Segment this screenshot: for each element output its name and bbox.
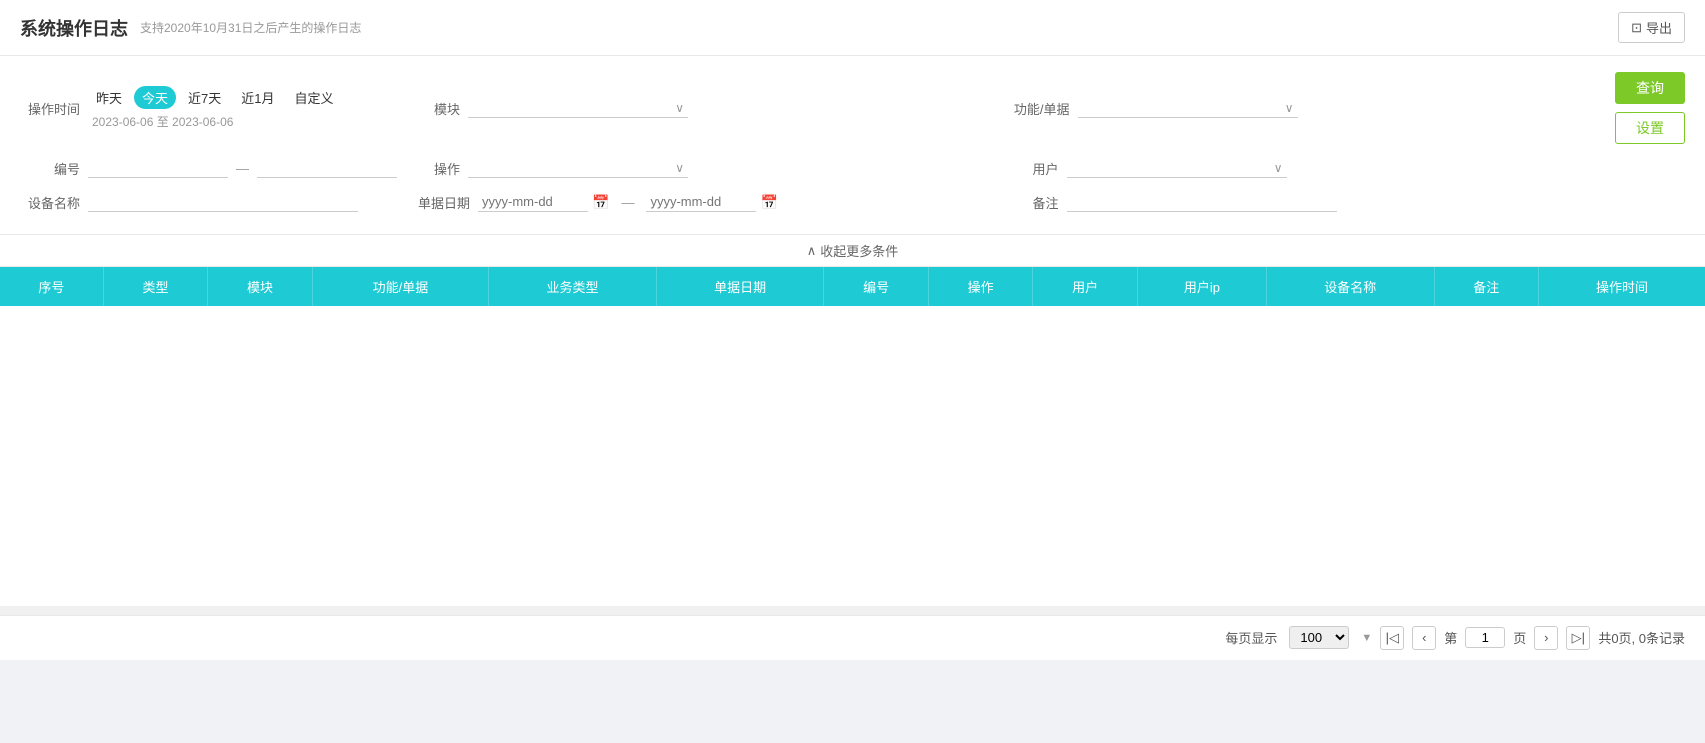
device-filter: 设备名称 (20, 192, 400, 212)
page-first-button[interactable]: |◁ (1380, 626, 1404, 650)
time-filter-group: 昨天 今天 近7天 近1月 自定义 2023-06-06 至 2023-06-0… (88, 86, 342, 130)
page-size-select[interactable]: 100 50 200 500 (1289, 626, 1349, 649)
pagination-bar: 每页显示 100 50 200 500 ▼ |◁ ‹ 第 页 › ▷| 共0页,… (0, 615, 1705, 660)
empty-row (0, 306, 1705, 606)
remark-label: 备注 (999, 193, 1059, 212)
time-btn-7days[interactable]: 近7天 (180, 86, 229, 109)
filter-panel: 操作时间 昨天 今天 近7天 近1月 自定义 2023-06-06 至 2023… (0, 56, 1705, 235)
export-button[interactable]: ⊡ 导出 (1618, 12, 1685, 43)
col-operation: 操作 (928, 267, 1032, 306)
date-filter: 单据日期 📅 — 📅 (400, 192, 999, 212)
table-body (0, 306, 1705, 606)
operation-select-wrap: ∨ (468, 158, 688, 178)
module-label: 模块 (400, 99, 460, 118)
time-buttons: 昨天 今天 近7天 近1月 自定义 (88, 86, 342, 109)
date-label: 单据日期 (400, 193, 470, 212)
col-type: 类型 (103, 267, 207, 306)
time-label: 操作时间 (20, 99, 80, 118)
page-last-button[interactable]: ▷| (1566, 626, 1590, 650)
calendar-from-icon[interactable]: 📅 (592, 194, 609, 211)
module-select-wrap: ∨ (468, 98, 688, 118)
page-size-chevron-icon: ▼ (1361, 632, 1372, 644)
filter-row-3: 设备名称 单据日期 📅 — 📅 备注 (20, 192, 1685, 212)
col-device: 设备名称 (1266, 267, 1434, 306)
serial-label: 编号 (20, 159, 80, 178)
module-select[interactable] (468, 98, 688, 118)
user-select[interactable] (1067, 158, 1287, 178)
page-prev-button[interactable]: ‹ (1412, 626, 1436, 650)
data-table: 序号 类型 模块 功能/单据 业务类型 单据日期 编号 操作 用户 用户ip 设… (0, 267, 1705, 607)
query-button[interactable]: 查询 (1615, 72, 1685, 104)
date-dash: — (621, 195, 634, 210)
function-label: 功能/单据 (1000, 99, 1070, 118)
col-date: 单据日期 (656, 267, 824, 306)
serial-to-input[interactable] (257, 158, 397, 178)
device-label: 设备名称 (20, 193, 80, 212)
chevron-up-icon: ∧ (807, 243, 817, 259)
page-header: 系统操作日志 支持2020年10月31日之后产生的操作日志 ⊡ 导出 (0, 0, 1705, 56)
col-op-time: 操作时间 (1539, 267, 1705, 306)
serial-from-input[interactable] (88, 158, 228, 178)
page-number-input[interactable] (1465, 627, 1505, 648)
function-select-wrap: ∨ (1078, 98, 1298, 118)
device-input[interactable] (88, 192, 358, 212)
col-serial: 编号 (824, 267, 928, 306)
btn-group: 查询 设置 (1615, 72, 1685, 144)
serial-filter: 编号 — (20, 158, 400, 178)
time-filter: 操作时间 昨天 今天 近7天 近1月 自定义 2023-06-06 至 2023… (20, 86, 400, 130)
collapse-button[interactable]: ∧ 收起更多条件 (807, 241, 899, 260)
col-remark: 备注 (1434, 267, 1538, 306)
remark-input[interactable] (1067, 192, 1337, 212)
export-icon: ⊡ (1631, 20, 1642, 36)
date-to-input[interactable] (646, 192, 756, 212)
calendar-to-icon[interactable]: 📅 (760, 194, 777, 211)
header-row: 序号 类型 模块 功能/单据 业务类型 单据日期 编号 操作 用户 用户ip 设… (0, 267, 1705, 306)
col-user: 用户 (1033, 267, 1137, 306)
page-size-label: 每页显示 (1225, 628, 1277, 647)
collapse-bar: ∧ 收起更多条件 (0, 235, 1705, 267)
user-select-wrap: ∨ (1067, 158, 1287, 178)
page-next-button[interactable]: › (1534, 626, 1558, 650)
horizontal-scrollbar[interactable] (0, 607, 1705, 615)
time-btn-yesterday[interactable]: 昨天 (88, 86, 130, 109)
date-from-input[interactable] (478, 192, 588, 212)
remark-filter: 备注 (999, 192, 1598, 212)
time-btn-today[interactable]: 今天 (134, 86, 176, 109)
table-header: 序号 类型 模块 功能/单据 业务类型 单据日期 编号 操作 用户 用户ip 设… (0, 267, 1705, 306)
table-wrap: 序号 类型 模块 功能/单据 业务类型 单据日期 编号 操作 用户 用户ip 设… (0, 267, 1705, 607)
user-label: 用户 (999, 159, 1059, 178)
page-prefix-label: 第 (1444, 628, 1457, 647)
user-filter: 用户 ∨ (999, 158, 1598, 178)
page-suffix-label: 页 (1513, 628, 1526, 647)
time-range-text: 2023-06-06 至 2023-06-06 (92, 113, 342, 130)
col-ip: 用户ip (1137, 267, 1266, 306)
operation-filter: 操作 ∨ (400, 158, 999, 178)
col-module: 模块 (208, 267, 312, 306)
module-filter: 模块 ∨ (400, 98, 1000, 118)
total-label: 共0页, 0条记录 (1598, 628, 1685, 647)
col-seq: 序号 (0, 267, 103, 306)
operation-label: 操作 (400, 159, 460, 178)
empty-area (0, 306, 1705, 606)
filter-row-2: 编号 — 操作 ∨ 用户 ∨ (20, 158, 1685, 178)
filter-row-1: 操作时间 昨天 今天 近7天 近1月 自定义 2023-06-06 至 2023… (20, 72, 1685, 144)
col-function: 功能/单据 (312, 267, 488, 306)
function-select[interactable] (1078, 98, 1298, 118)
settings-button[interactable]: 设置 (1615, 112, 1685, 144)
page-subtitle: 支持2020年10月31日之后产生的操作日志 (140, 19, 361, 36)
date-input-wrap: 📅 — 📅 (478, 192, 778, 212)
time-btn-custom[interactable]: 自定义 (287, 86, 342, 109)
page-title: 系统操作日志 (20, 15, 128, 41)
serial-dash: — (236, 161, 249, 176)
time-btn-1month[interactable]: 近1月 (233, 86, 282, 109)
operation-select[interactable] (468, 158, 688, 178)
col-biz-type: 业务类型 (489, 267, 657, 306)
action-buttons: 查询 设置 (1615, 72, 1685, 144)
function-filter: 功能/单据 ∨ (1000, 98, 1600, 118)
